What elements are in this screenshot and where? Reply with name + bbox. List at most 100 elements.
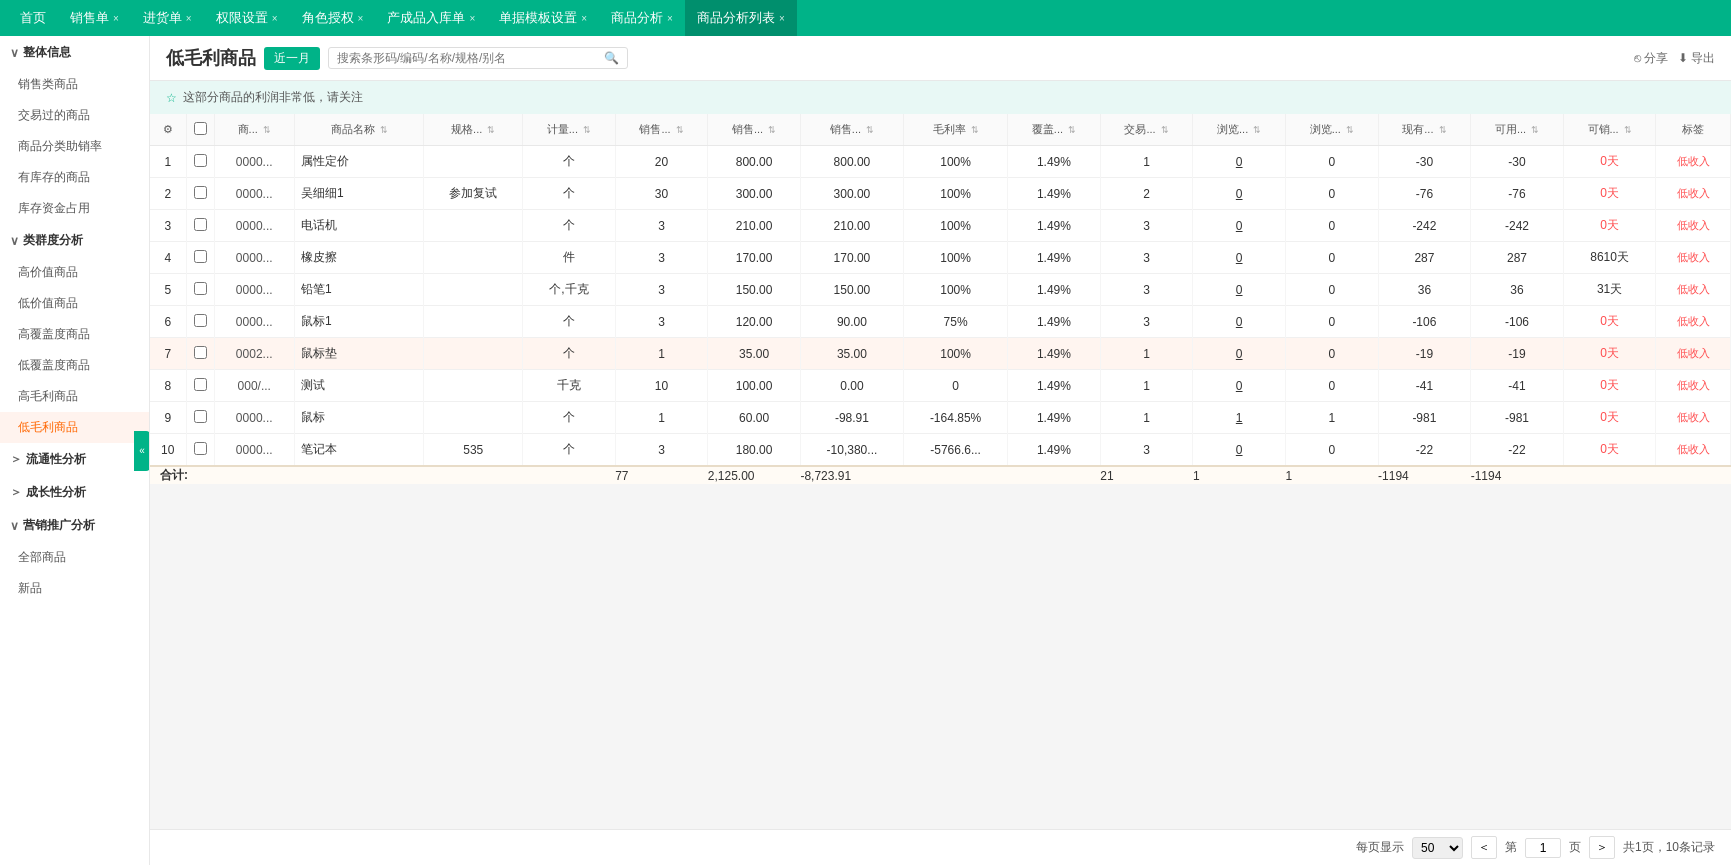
sidebar-section-marketing[interactable]: ∨ 营销推广分析: [0, 509, 149, 542]
row-view1[interactable]: 0: [1193, 210, 1286, 242]
close-icon[interactable]: ×: [358, 13, 364, 24]
sidebar-item-inventory-goods[interactable]: 有库存的商品: [0, 162, 149, 193]
close-icon[interactable]: ×: [186, 13, 192, 24]
col-current[interactable]: 现有... ⇅: [1378, 114, 1471, 146]
row-view1[interactable]: 0: [1193, 242, 1286, 274]
row-select-checkbox[interactable]: [194, 250, 207, 263]
col-view1[interactable]: 浏览... ⇅: [1193, 114, 1286, 146]
row-view1[interactable]: 0: [1193, 274, 1286, 306]
sidebar-item-sales-goods[interactable]: 销售类商品: [0, 69, 149, 100]
nav-permission[interactable]: 权限设置 ×: [204, 0, 290, 36]
nav-purchase[interactable]: 进货单 ×: [131, 0, 204, 36]
row-select-checkbox[interactable]: [194, 154, 207, 167]
row-select-checkbox[interactable]: [194, 410, 207, 423]
share-icon: ⎋: [1634, 51, 1641, 65]
col-gross-margin[interactable]: 毛利率 ⇅: [903, 114, 1007, 146]
row-spec: [424, 402, 523, 434]
row-unit: 个: [523, 210, 616, 242]
sidebar-item-all-goods[interactable]: 全部商品: [0, 542, 149, 573]
row-select-checkbox[interactable]: [194, 218, 207, 231]
export-btn[interactable]: ⬇ 导出: [1678, 50, 1715, 67]
close-icon[interactable]: ×: [779, 13, 785, 24]
nav-product-analysis-list[interactable]: 商品分析列表 ×: [685, 0, 797, 36]
sidebar-item-capital-use[interactable]: 库存资金占用: [0, 193, 149, 224]
col-coverage[interactable]: 覆盖... ⇅: [1008, 114, 1101, 146]
sidebar-item-high-margin[interactable]: 高毛利商品: [0, 381, 149, 412]
page-number-input[interactable]: [1525, 838, 1561, 858]
row-name: 橡皮擦: [294, 242, 423, 274]
col-view2[interactable]: 浏览... ⇅: [1285, 114, 1378, 146]
row-view1[interactable]: 0: [1193, 434, 1286, 467]
col-trade[interactable]: 交易... ⇅: [1100, 114, 1193, 146]
nav-role[interactable]: 角色授权 ×: [290, 0, 376, 36]
share-btn[interactable]: ⎋ 分享: [1634, 50, 1668, 67]
row-coverage: 1.49%: [1008, 434, 1101, 467]
row-available: -22: [1471, 434, 1564, 467]
col-code[interactable]: 商... ⇅: [214, 114, 294, 146]
nav-product-analysis[interactable]: 商品分析 ×: [599, 0, 685, 36]
nav-sales[interactable]: 销售单 ×: [58, 0, 131, 36]
close-icon[interactable]: ×: [469, 13, 475, 24]
close-icon[interactable]: ×: [113, 13, 119, 24]
row-name: 鼠标垫: [294, 338, 423, 370]
row-tag: 低收入: [1656, 402, 1731, 434]
sidebar-item-new-goods[interactable]: 新品: [0, 573, 149, 604]
sidebar-section-overall[interactable]: ∨ 整体信息: [0, 36, 149, 69]
row-select-checkbox[interactable]: [194, 314, 207, 327]
nav-product-in[interactable]: 产成品入库单 ×: [375, 0, 487, 36]
row-view1[interactable]: 0: [1193, 370, 1286, 402]
row-code: 000/...: [214, 370, 294, 402]
select-all-checkbox[interactable]: [194, 122, 207, 135]
row-view1[interactable]: 0: [1193, 178, 1286, 210]
row-tag: 低收入: [1656, 370, 1731, 402]
sidebar-item-category-rate[interactable]: 商品分类助销率: [0, 131, 149, 162]
row-view1[interactable]: 0: [1193, 146, 1286, 178]
row-view1[interactable]: 0: [1193, 306, 1286, 338]
search-input[interactable]: [337, 51, 604, 65]
row-select-checkbox[interactable]: [194, 378, 207, 391]
col-sales-qty[interactable]: 销售... ⇅: [615, 114, 708, 146]
sidebar-item-low-coverage[interactable]: 低覆盖度商品: [0, 350, 149, 381]
sidebar-section-cluster[interactable]: ∨ 类群度分析: [0, 224, 149, 257]
row-view2: 0: [1285, 178, 1378, 210]
row-select-checkbox[interactable]: [194, 442, 207, 455]
col-sales-amount[interactable]: 销售... ⇅: [800, 114, 903, 146]
row-trade: 1: [1100, 402, 1193, 434]
row-coverage: 1.49%: [1008, 274, 1101, 306]
row-name: 鼠标: [294, 402, 423, 434]
col-sales-price[interactable]: 销售... ⇅: [708, 114, 801, 146]
sidebar-item-high-coverage[interactable]: 高覆盖度商品: [0, 319, 149, 350]
row-select-checkbox[interactable]: [194, 282, 207, 295]
total-sales-amount: -8,723.91: [800, 466, 903, 484]
table-row: 6 0000... 鼠标1 个 3 120.00 90.00 75% 1.49%…: [150, 306, 1731, 338]
next-page-btn[interactable]: ＞: [1589, 836, 1615, 859]
col-name[interactable]: 商品名称 ⇅: [294, 114, 423, 146]
row-view1[interactable]: 0: [1193, 338, 1286, 370]
nav-template[interactable]: 单据模板设置 ×: [487, 0, 599, 36]
sidebar-item-low-value[interactable]: 低价值商品: [0, 288, 149, 319]
row-select-checkbox[interactable]: [194, 186, 207, 199]
close-icon[interactable]: ×: [667, 13, 673, 24]
row-select-checkbox[interactable]: [194, 346, 207, 359]
search-icon[interactable]: 🔍: [604, 51, 619, 65]
filter-recent-month-btn[interactable]: 近一月: [264, 47, 320, 70]
page-size-select[interactable]: 20 50 100: [1412, 837, 1463, 859]
nav-home[interactable]: 首页: [8, 0, 58, 36]
row-current: -22: [1378, 434, 1471, 467]
col-available[interactable]: 可用... ⇅: [1471, 114, 1564, 146]
col-sellable[interactable]: 可销... ⇅: [1563, 114, 1656, 146]
col-unit[interactable]: 计量... ⇅: [523, 114, 616, 146]
col-settings[interactable]: ⚙: [150, 114, 186, 146]
sidebar-item-traded-goods[interactable]: 交易过的商品: [0, 100, 149, 131]
sidebar-item-high-value[interactable]: 高价值商品: [0, 257, 149, 288]
sidebar-section-flow[interactable]: ＞ 流通性分析: [0, 443, 149, 476]
prev-page-btn[interactable]: ＜: [1471, 836, 1497, 859]
sidebar-item-low-margin[interactable]: 低毛利商品: [0, 412, 149, 443]
sidebar-section-growth[interactable]: ＞ 成长性分析: [0, 476, 149, 509]
sidebar-collapse-btn[interactable]: «: [134, 431, 150, 471]
close-icon[interactable]: ×: [272, 13, 278, 24]
row-spec: [424, 338, 523, 370]
col-spec[interactable]: 规格... ⇅: [424, 114, 523, 146]
close-icon[interactable]: ×: [581, 13, 587, 24]
row-view1[interactable]: 1: [1193, 402, 1286, 434]
